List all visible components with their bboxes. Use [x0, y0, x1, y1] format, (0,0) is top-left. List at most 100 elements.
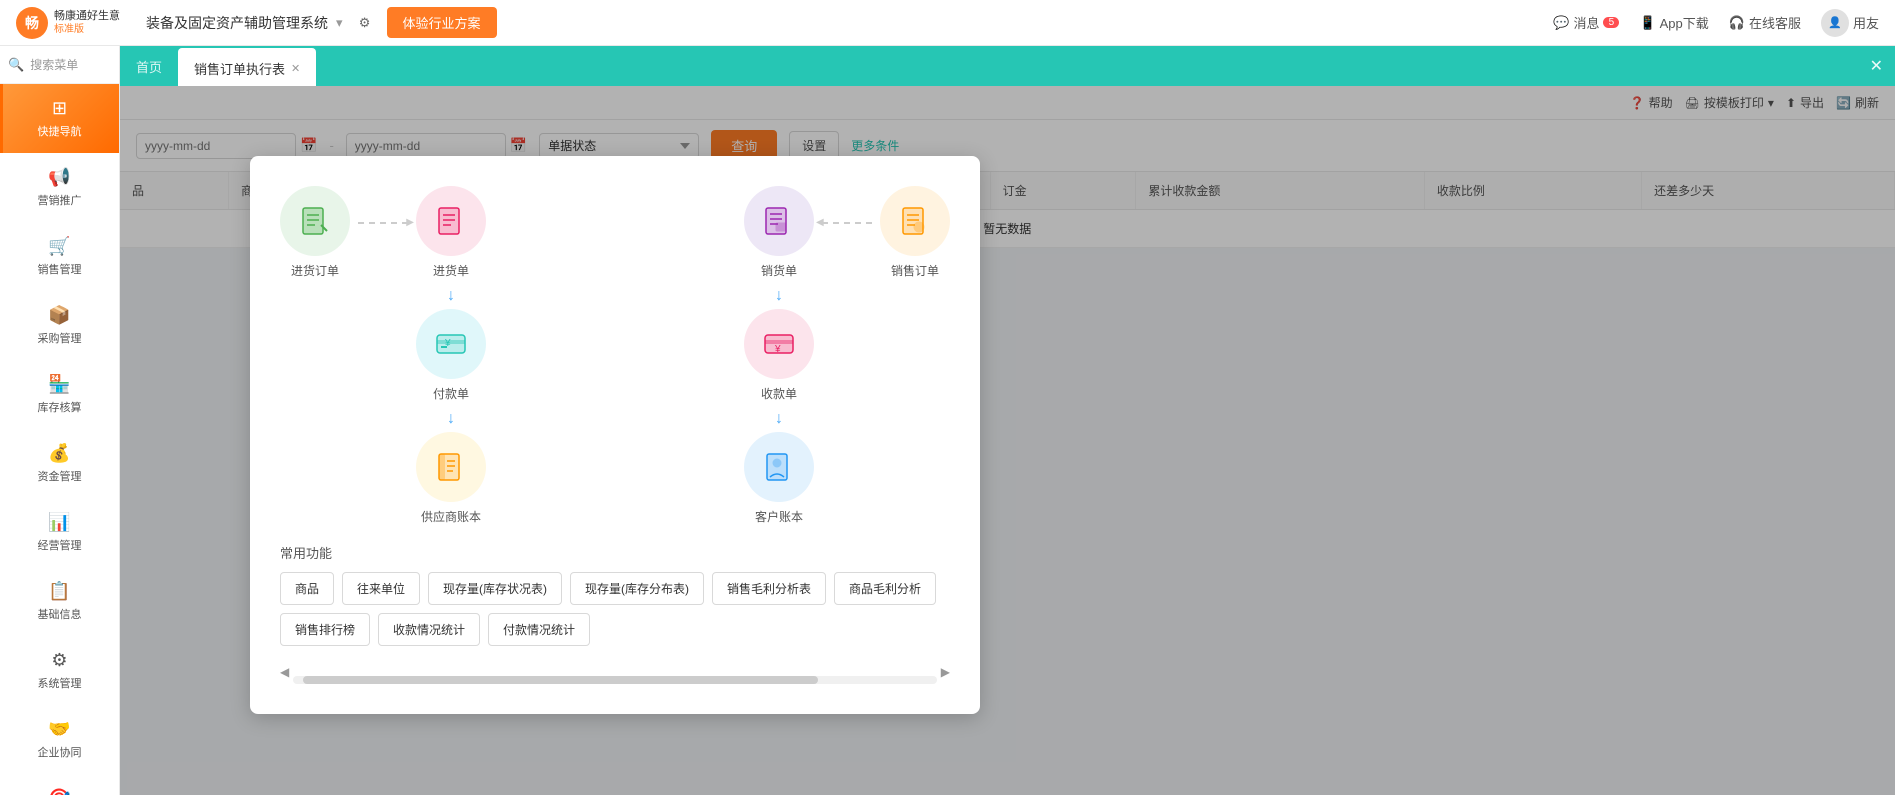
- customer-ledger-circle: [744, 432, 814, 502]
- flow-third-row: 供应商账本: [280, 432, 950, 525]
- quick-nav-icon: ⊞: [52, 98, 67, 119]
- arrow-down-sales: ↓: [744, 287, 814, 305]
- phone-icon: 📱: [1639, 15, 1655, 31]
- flow-second-row: ¥ 付款单: [280, 309, 950, 402]
- header-right: 💬 消息 5 📱 App下载 🎧 在线客服 👤 用友: [1553, 9, 1879, 37]
- common-functions-title: 常用功能: [280, 543, 950, 562]
- purchase-bill-label: 进货单: [433, 262, 469, 279]
- user-profile[interactable]: 👤 用友: [1821, 9, 1879, 37]
- tab-home[interactable]: 首页: [120, 46, 178, 86]
- sidebar-item-inventory[interactable]: 🏪 库存核算: [0, 360, 119, 429]
- flow-node-purchase-order[interactable]: 进货订单: [280, 186, 350, 279]
- content-area: 首页 销售订单执行表 ✕ ✕ ❓ 帮助 🖨 按模板打印: [120, 46, 1895, 795]
- scrollbar-thumb: [303, 676, 818, 684]
- sidebar: 🔍 搜索菜单 ⊞ 快捷导航 📢 营销推广 🛒 销售管理 📦 采购管理 🏪 库存核…: [0, 46, 120, 795]
- func-btn-1[interactable]: 往来单位: [342, 572, 420, 605]
- flow-node-payment[interactable]: ¥ 付款单: [416, 309, 486, 402]
- flow-node-purchase-bill[interactable]: 进货单: [416, 186, 486, 279]
- sales-order-label: 销售订单: [891, 262, 939, 279]
- user-avatar: 👤: [1821, 9, 1849, 37]
- func-btn-4[interactable]: 销售毛利分析表: [712, 572, 826, 605]
- arrow-down-purchase: ↓: [416, 287, 486, 305]
- popup-scrollbar[interactable]: [293, 676, 937, 684]
- svg-text:¥: ¥: [444, 338, 451, 349]
- online-service-item[interactable]: 🎧 在线客服: [1729, 13, 1801, 32]
- finance-icon: 💰: [48, 443, 70, 464]
- close-all-button[interactable]: ✕: [1858, 56, 1895, 76]
- arrow-1: ▶: [358, 222, 408, 244]
- flow-top-row: 进货订单 ▶: [280, 186, 950, 279]
- active-strip: [0, 84, 3, 153]
- func-btn-2[interactable]: 现存量(库存状况表): [428, 572, 562, 605]
- purchase-order-label: 进货订单: [291, 262, 339, 279]
- basic-info-icon: 📋: [48, 581, 70, 602]
- sidebar-item-purchase[interactable]: 📦 采购管理: [0, 291, 119, 360]
- marketing-icon: 📢: [48, 167, 70, 188]
- sidebar-item-newbie[interactable]: 🎯 新手引导: [0, 774, 119, 795]
- flow-node-supplier-ledger[interactable]: 供应商账本: [416, 432, 486, 525]
- flow-node-sales-order[interactable]: 销售订单: [880, 186, 950, 279]
- operations-icon: 📊: [48, 512, 70, 533]
- sidebar-item-marketing[interactable]: 📢 营销推广: [0, 153, 119, 222]
- sales-bill-circle: [744, 186, 814, 256]
- flow-node-sales-bill[interactable]: 销货单: [744, 186, 814, 279]
- purchase-icon: 📦: [48, 305, 70, 326]
- arrow-2: ◀: [822, 222, 872, 244]
- purchase-order-circle: [280, 186, 350, 256]
- func-btn-8[interactable]: 付款情况统计: [488, 613, 590, 646]
- page-content: ❓ 帮助 🖨 按模板打印 ▾ ⬆ 导出 🔄 刷新: [120, 86, 1895, 795]
- sidebar-item-basic-info[interactable]: 📋 基础信息: [0, 567, 119, 636]
- sidebar-item-quick-nav[interactable]: ⊞ 快捷导航: [0, 84, 119, 153]
- flow-node-receipt[interactable]: ¥ 收款单: [744, 309, 814, 402]
- customer-ledger-label: 客户账本: [755, 508, 803, 525]
- func-btn-3[interactable]: 现存量(库存分布表): [570, 572, 704, 605]
- message-badge: 5: [1603, 17, 1619, 28]
- arrow-down-receipt: ↓: [744, 410, 814, 428]
- logo-icon: 畅: [16, 7, 48, 39]
- top-header: 畅 畅康通好生意 标准版 装备及固定资产辅助管理系统 ▾ ⚙ 体验行业方案 💬 …: [0, 0, 1895, 46]
- search-menu-item[interactable]: 🔍 搜索菜单: [0, 46, 119, 84]
- func-btn-5[interactable]: 商品毛利分析: [834, 572, 936, 605]
- flow-bottom-arrows: ↓ ↓: [280, 410, 950, 428]
- sidebar-item-system[interactable]: ⚙ 系统管理: [0, 636, 119, 705]
- settings-icon[interactable]: ⚙: [351, 9, 379, 37]
- func-btn-6[interactable]: 销售排行榜: [280, 613, 370, 646]
- flow-node-customer-ledger[interactable]: 客户账本: [744, 432, 814, 525]
- payment-label: 付款单: [433, 385, 469, 402]
- main-layout: 🔍 搜索菜单 ⊞ 快捷导航 📢 营销推广 🛒 销售管理 📦 采购管理 🏪 库存核…: [0, 46, 1895, 795]
- supplier-ledger-circle: [416, 432, 486, 502]
- sidebar-item-sales[interactable]: 🛒 销售管理: [0, 222, 119, 291]
- headset-icon: 🎧: [1729, 15, 1745, 31]
- app-download-item[interactable]: 📱 App下载: [1639, 13, 1708, 32]
- sidebar-item-enterprise[interactable]: 🤝 企业协同: [0, 705, 119, 774]
- sales-order-circle: [880, 186, 950, 256]
- system-title-area: 装备及固定资产辅助管理系统 ▾ ⚙ 体验行业方案: [146, 7, 1553, 38]
- system-title: 装备及固定资产辅助管理系统: [146, 13, 328, 33]
- receipt-circle: ¥: [744, 309, 814, 379]
- popup-scrollbar-area: ◀ ▶: [280, 660, 950, 684]
- func-btn-7[interactable]: 收款情况统计: [378, 613, 480, 646]
- tab-sales-order[interactable]: 销售订单执行表 ✕: [178, 48, 316, 88]
- flow-mid-arrows: ↓ ↓: [280, 287, 950, 305]
- sidebar-item-operations[interactable]: 📊 经营管理: [0, 498, 119, 567]
- quick-guide-popup: 进货订单 ▶: [250, 156, 980, 714]
- sales-icon: 🛒: [48, 236, 70, 257]
- system-icon: ⚙: [51, 650, 67, 671]
- enterprise-icon: 🤝: [48, 719, 70, 740]
- tab-close-icon[interactable]: ✕: [291, 62, 300, 75]
- dropdown-arrow-icon[interactable]: ▾: [336, 15, 343, 31]
- inventory-icon: 🏪: [48, 374, 70, 395]
- scroll-left-icon[interactable]: ◀: [280, 665, 289, 679]
- logo-area: 畅 畅康通好生意 标准版: [16, 7, 136, 39]
- arrow-down-payment: ↓: [416, 410, 486, 428]
- scroll-right-icon[interactable]: ▶: [941, 665, 950, 679]
- func-btn-0[interactable]: 商品: [280, 572, 334, 605]
- sales-bill-label: 销货单: [761, 262, 797, 279]
- logo-text: 畅康通好生意 标准版: [54, 9, 120, 36]
- experience-button[interactable]: 体验行业方案: [387, 7, 497, 38]
- sidebar-item-finance[interactable]: 💰 资金管理: [0, 429, 119, 498]
- supplier-ledger-label: 供应商账本: [421, 508, 481, 525]
- message-icon: 💬: [1553, 15, 1569, 31]
- purchase-bill-circle: [416, 186, 486, 256]
- message-item[interactable]: 💬 消息 5: [1553, 13, 1619, 32]
